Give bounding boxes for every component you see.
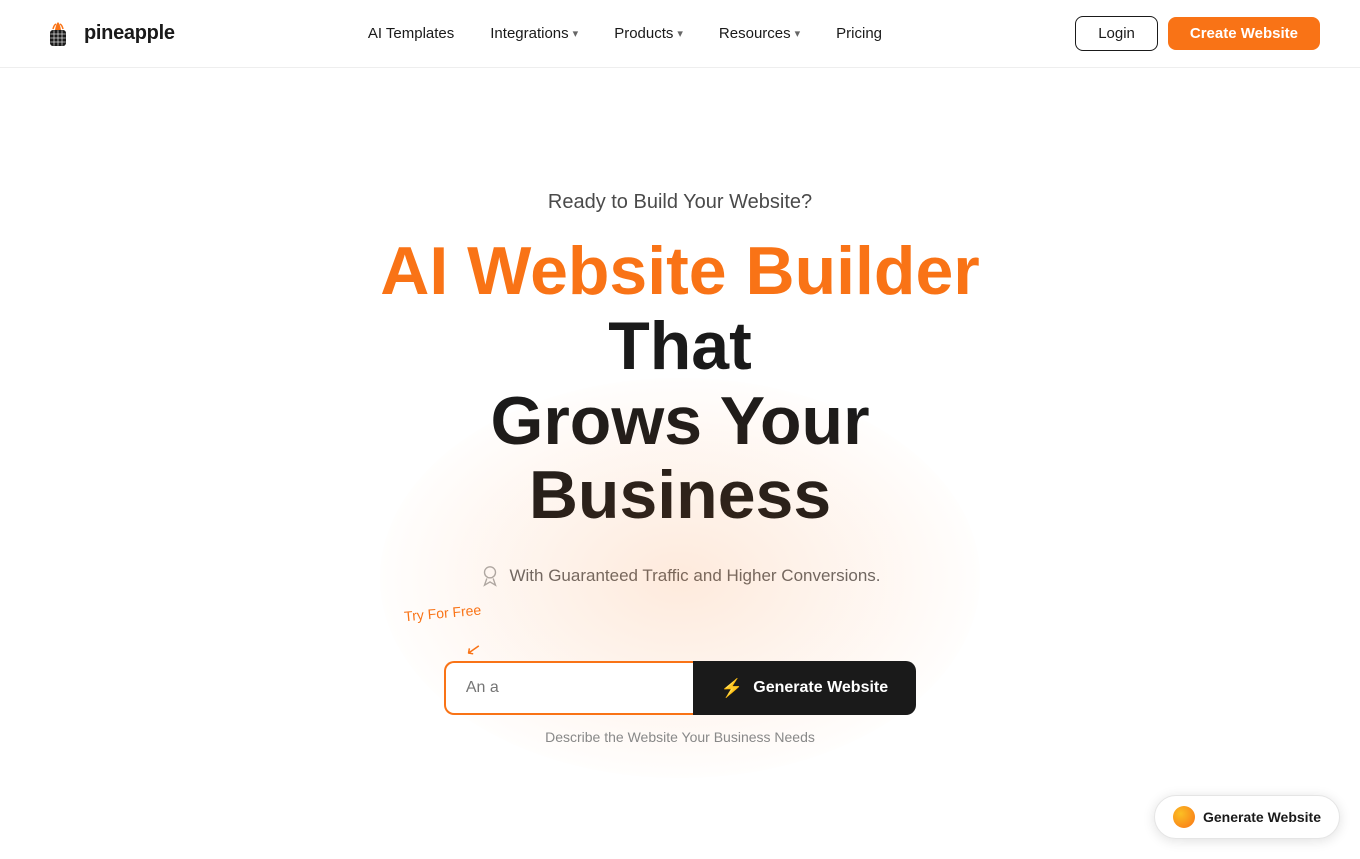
hero-section: Ready to Build Your Website? AI Website …: [0, 68, 1360, 848]
logo-icon: [40, 16, 76, 52]
logo-text: pineapple: [84, 22, 175, 45]
nav-link-products[interactable]: Products ▾: [600, 17, 697, 50]
try-free-label: Try For Free: [403, 602, 481, 625]
generate-website-button[interactable]: ⚡ Generate Website: [693, 661, 916, 715]
navbar: pineapple AI Templates Integrations ▾ Pr…: [0, 0, 1360, 68]
hero-badge-text: With Guaranteed Traffic and Higher Conve…: [509, 566, 880, 586]
hero-input-area: Try For Free ↙ ⚡ Generate Website Descri…: [444, 647, 916, 745]
bolt-icon: ⚡: [721, 678, 743, 699]
logo-link[interactable]: pineapple: [40, 16, 175, 52]
chevron-down-icon: ▾: [677, 27, 683, 40]
chevron-down-icon: ▾: [795, 27, 801, 40]
floating-generate-label: Generate Website: [1203, 809, 1321, 825]
create-website-button[interactable]: Create Website: [1168, 17, 1320, 50]
website-description-input[interactable]: [444, 661, 693, 715]
nav-link-integrations[interactable]: Integrations ▾: [476, 17, 592, 50]
login-button[interactable]: Login: [1075, 16, 1158, 51]
nav-link-resources[interactable]: Resources ▾: [705, 17, 814, 50]
hero-title: AI Website Builder ThatGrows Your Busine…: [330, 234, 1030, 533]
nav-link-ai-templates[interactable]: AI Templates: [354, 17, 468, 50]
try-free-arrow-icon: ↙: [464, 638, 483, 661]
floating-generate-button[interactable]: Generate Website: [1154, 795, 1340, 839]
hero-input-row: ⚡ Generate Website: [444, 661, 916, 715]
hero-badge: With Guaranteed Traffic and Higher Conve…: [479, 565, 880, 587]
nav-actions: Login Create Website: [1075, 16, 1320, 51]
hero-subtitle: Ready to Build Your Website?: [548, 191, 812, 214]
nav-links: AI Templates Integrations ▾ Products ▾ R…: [354, 17, 896, 50]
medal-icon: [479, 565, 501, 587]
hero-hint: Describe the Website Your Business Needs: [545, 729, 815, 745]
floating-orb-icon: [1173, 806, 1195, 828]
hero-title-orange: AI Website Builder: [380, 233, 980, 309]
chevron-down-icon: ▾: [573, 27, 579, 40]
hero-title-black: ThatGrows Your Business: [490, 308, 869, 534]
nav-link-pricing[interactable]: Pricing: [822, 17, 896, 50]
